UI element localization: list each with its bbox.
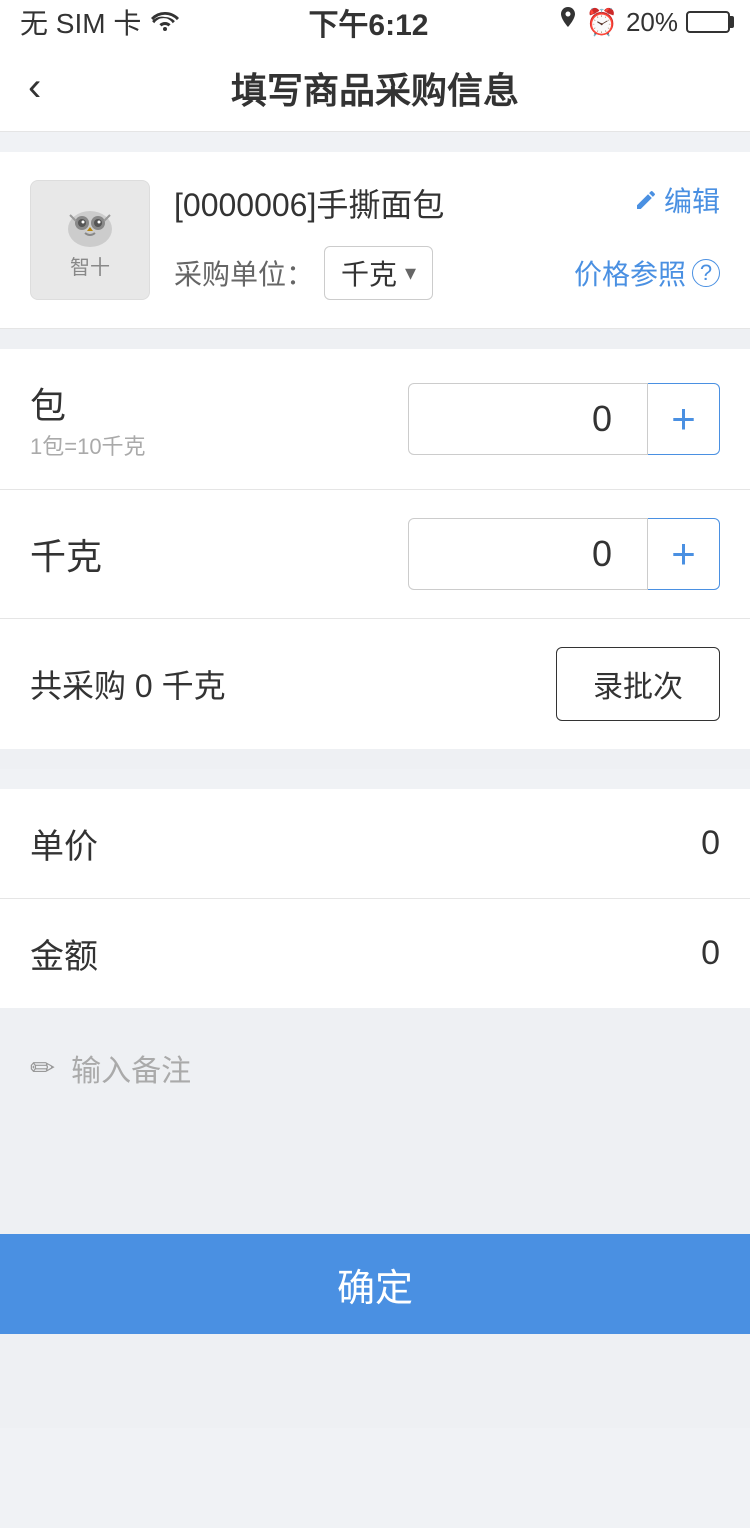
edit-button[interactable]: 编辑: [634, 180, 720, 220]
price-section: 单价 0 金额 0: [0, 789, 750, 1008]
battery-pct: 20%: [626, 7, 678, 38]
location-icon: [558, 7, 578, 38]
kg-input[interactable]: [408, 518, 648, 590]
status-bar: 无 SIM 卡 下午6:12 ⏰ 20%: [0, 0, 750, 44]
status-right: ⏰ 20%: [558, 7, 730, 38]
kg-input-wrap: +: [130, 518, 720, 590]
wifi-icon: [151, 6, 179, 38]
bao-sub-label: 1包=10千克: [30, 429, 146, 461]
amount-row: 金额 0: [0, 899, 750, 1008]
status-left: 无 SIM 卡: [20, 2, 179, 42]
pencil-icon: ✏: [30, 1051, 55, 1086]
kg-plus-button[interactable]: +: [648, 518, 720, 590]
carrier-label: 无 SIM 卡: [20, 2, 141, 42]
bao-input-wrap: +: [146, 383, 720, 455]
section-divider-2: [0, 749, 750, 769]
product-image: 智十: [30, 180, 150, 300]
nav-bar: ‹ 填写商品采购信息: [0, 44, 750, 132]
time-label: 下午6:12: [308, 0, 428, 44]
page-title: 填写商品采购信息: [231, 62, 519, 114]
confirm-button[interactable]: 确定: [0, 1234, 750, 1334]
unit-price-value: 0: [701, 824, 720, 863]
unit-label: 采购单位：: [174, 253, 314, 293]
kg-label: 千克: [30, 528, 130, 580]
dropdown-arrow-icon: ▾: [405, 260, 416, 286]
info-icon: ?: [692, 259, 720, 287]
kg-row: 千克 +: [0, 490, 750, 619]
section-divider-1: [0, 329, 750, 349]
amount-label: 金额: [30, 929, 98, 978]
unit-price-label: 单价: [30, 819, 98, 868]
bao-label: 包: [30, 377, 146, 429]
amount-value: 0: [701, 934, 720, 973]
alarm-icon: ⏰: [586, 7, 618, 38]
bao-input[interactable]: [408, 383, 648, 455]
input-section: 包 1包=10千克 + 千克 +: [0, 349, 750, 619]
batch-button[interactable]: 录批次: [556, 647, 720, 721]
product-name: [0000006]手撕面包: [174, 180, 444, 226]
summary-text: 共采购 0 千克: [30, 661, 226, 707]
unit-select[interactable]: 千克 ▾: [324, 246, 433, 300]
product-card: 智十 [0000006]手撕面包 编辑 采购单位： 千克 ▾: [0, 152, 750, 329]
brand-label: 智十: [70, 251, 110, 280]
product-info: [0000006]手撕面包 编辑 采购单位： 千克 ▾ 价格参照 ?: [174, 180, 720, 300]
remark-section[interactable]: ✏ 输入备注: [0, 1008, 750, 1128]
bao-plus-button[interactable]: +: [648, 383, 720, 455]
unit-price-row: 单价 0: [0, 789, 750, 899]
battery-icon: [686, 11, 730, 33]
back-button[interactable]: ‹: [28, 65, 41, 110]
price-ref-button[interactable]: 价格参照 ?: [574, 253, 720, 293]
bao-row: 包 1包=10千克 +: [0, 349, 750, 490]
remark-placeholder: 输入备注: [71, 1046, 191, 1090]
summary-row: 共采购 0 千克 录批次: [0, 619, 750, 749]
